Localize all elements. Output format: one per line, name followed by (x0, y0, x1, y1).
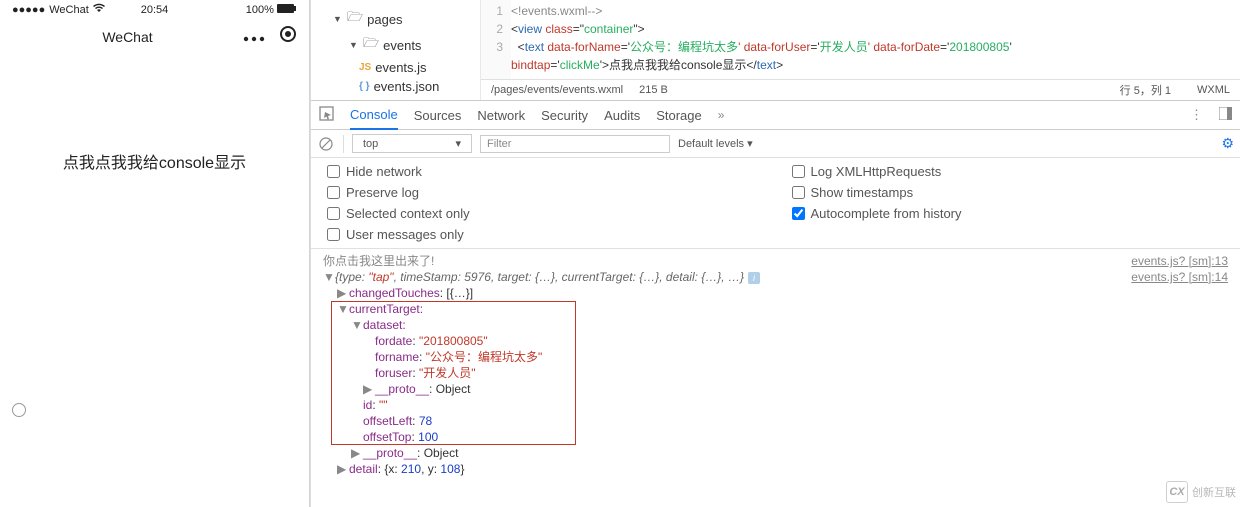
devtools-tabbar: Console Sources Network Security Audits … (311, 100, 1240, 130)
hide-network-checkbox[interactable]: Hide network (327, 164, 776, 179)
file-events-json[interactable]: { } events.json (311, 77, 480, 96)
code-editor[interactable]: 123 <!events.wxml--> <view class="contai… (481, 0, 1240, 100)
tab-security[interactable]: Security (541, 102, 588, 129)
console-line: 你点击我这里出来了! events.js? [sm]:13 (323, 253, 1228, 269)
simulator-panel: ●●●●● WeChat 20:54 100% WeChat 点我点我我给con… (0, 0, 310, 507)
show-timestamps-checkbox[interactable]: Show timestamps (792, 185, 1240, 200)
target-icon[interactable] (279, 25, 297, 48)
main-panel: ▼ 🗁 pages ▼ 🗁 events JS events.js { } ev… (310, 0, 1240, 507)
console-line: fordate: "201800805" (323, 333, 1228, 349)
chevron-down-icon: ▾ (455, 137, 461, 150)
source-link[interactable]: events.js? [sm]:13 (1111, 253, 1228, 269)
wifi-icon (93, 3, 105, 16)
sim-body: 点我点我我给console显示 (0, 54, 309, 507)
sim-navbar: WeChat (0, 19, 309, 54)
console-line: forname: "公众号：编程坑太多" (323, 349, 1228, 365)
carrier-label: WeChat (49, 4, 89, 16)
file-size: 215 B (639, 84, 1104, 96)
folder-label: events (383, 38, 421, 53)
info-badge-icon[interactable]: i (748, 272, 760, 284)
js-icon: JS (359, 62, 371, 73)
clock-label: 20:54 (141, 4, 169, 16)
nav-title: WeChat (12, 29, 243, 45)
folder-events[interactable]: ▼ 🗁 events (311, 32, 480, 58)
user-messages-checkbox[interactable]: User messages only (327, 227, 776, 242)
file-path: /pages/events/events.wxml (491, 84, 623, 96)
file-events-js[interactable]: JS events.js (311, 58, 480, 77)
tab-sources[interactable]: Sources (414, 102, 462, 129)
console-line: ▶changedTouches: [{…}] (323, 285, 1228, 301)
console-line: ▶detail: {x: 210, y: 108} (323, 461, 1228, 477)
watermark-text: 创新互联 (1192, 484, 1236, 500)
folder-icon: 🗁 (363, 34, 379, 56)
battery-icon (277, 4, 297, 16)
watermark: CX 创新互联 (1166, 481, 1236, 503)
chevron-down-icon[interactable]: ▼ (323, 269, 335, 285)
console-line: ▼currentTarget: (323, 301, 1228, 317)
selected-context-checkbox[interactable]: Selected context only (327, 206, 776, 221)
line-gutter: 123 (481, 0, 511, 79)
chevron-right-icon[interactable]: ▶ (337, 285, 349, 301)
autocomplete-checkbox[interactable]: Autocomplete from history (792, 206, 1240, 221)
tab-audits[interactable]: Audits (604, 102, 640, 129)
tap-me-text[interactable]: 点我点我我给console显示 (0, 149, 309, 173)
chevron-down-icon[interactable]: ▼ (351, 317, 363, 333)
more-tabs-icon[interactable]: » (718, 108, 725, 122)
chevron-down-icon: ▼ (333, 14, 343, 24)
levels-select[interactable]: Default levels ▾ (678, 137, 753, 150)
file-label: events.json (374, 79, 440, 94)
log-xhr-checkbox[interactable]: Log XMLHttpRequests (792, 164, 1240, 179)
chevron-down-icon: ▾ (747, 138, 753, 150)
console-output[interactable]: 你点击我这里出来了! events.js? [sm]:13 ▼{type: "t… (311, 249, 1240, 507)
chevron-down-icon[interactable]: ▼ (337, 301, 349, 317)
console-line: id: "" (323, 397, 1228, 413)
tab-network[interactable]: Network (477, 102, 525, 129)
code-content[interactable]: <!events.wxml--> <view class="container"… (511, 0, 1240, 79)
watermark-logo-icon: CX (1166, 481, 1188, 503)
preserve-log-checkbox[interactable]: Preserve log (327, 185, 776, 200)
sim-statusbar: ●●●●● WeChat 20:54 100% (0, 0, 309, 19)
console-line: ▶__proto__: Object (323, 381, 1228, 397)
gear-icon[interactable]: ⚙ (1221, 135, 1234, 152)
console-line: ▼dataset: (323, 317, 1228, 333)
file-tree[interactable]: ▼ 🗁 pages ▼ 🗁 events JS events.js { } ev… (311, 0, 481, 100)
console-settings: Hide network Preserve log Selected conte… (311, 158, 1240, 249)
tab-console[interactable]: Console (350, 101, 398, 130)
chevron-right-icon[interactable]: ▶ (363, 381, 375, 397)
chevron-down-icon: ▼ (349, 40, 359, 50)
folder-icon: 🗁 (347, 8, 363, 30)
chevron-right-icon[interactable]: ▶ (337, 461, 349, 477)
clear-console-icon[interactable] (317, 135, 335, 153)
json-icon: { } (359, 81, 370, 92)
signal-icon: ●●●●● (12, 4, 45, 16)
tab-storage[interactable]: Storage (656, 102, 702, 129)
console-line: ▶__proto__: Object (323, 445, 1228, 461)
console-line: offsetLeft: 78 (323, 413, 1228, 429)
file-label: events.js (375, 60, 426, 75)
source-link[interactable]: events.js? [sm]:14 (1111, 269, 1228, 285)
cursor-position: 行 5，列 1 (1120, 82, 1171, 98)
folder-label: pages (367, 12, 402, 27)
sim-bottom-icon (12, 403, 26, 417)
console-line: ▼{type: "tap", timeStamp: 5976, target: … (323, 269, 1228, 285)
console-line: offsetTop: 100 (323, 429, 1228, 445)
battery-label: 100% (246, 4, 274, 16)
menu-dots-icon[interactable] (243, 26, 265, 47)
chevron-right-icon[interactable]: ▶ (351, 445, 363, 461)
console-filterbar: top▾ Filter Default levels ▾ ⚙ (311, 130, 1240, 158)
inspect-icon[interactable] (319, 106, 334, 124)
editor-statusbar: /pages/events/events.wxml 215 B 行 5，列 1 … (481, 79, 1240, 100)
filter-input[interactable]: Filter (480, 135, 670, 153)
language-label: WXML (1187, 84, 1230, 96)
console-line: foruser: "开发人员" (323, 365, 1228, 381)
kebab-menu-icon[interactable]: ⋮ (1190, 107, 1203, 123)
folder-pages[interactable]: ▼ 🗁 pages (311, 6, 480, 32)
context-select[interactable]: top▾ (352, 134, 472, 153)
dock-icon[interactable] (1219, 107, 1232, 123)
